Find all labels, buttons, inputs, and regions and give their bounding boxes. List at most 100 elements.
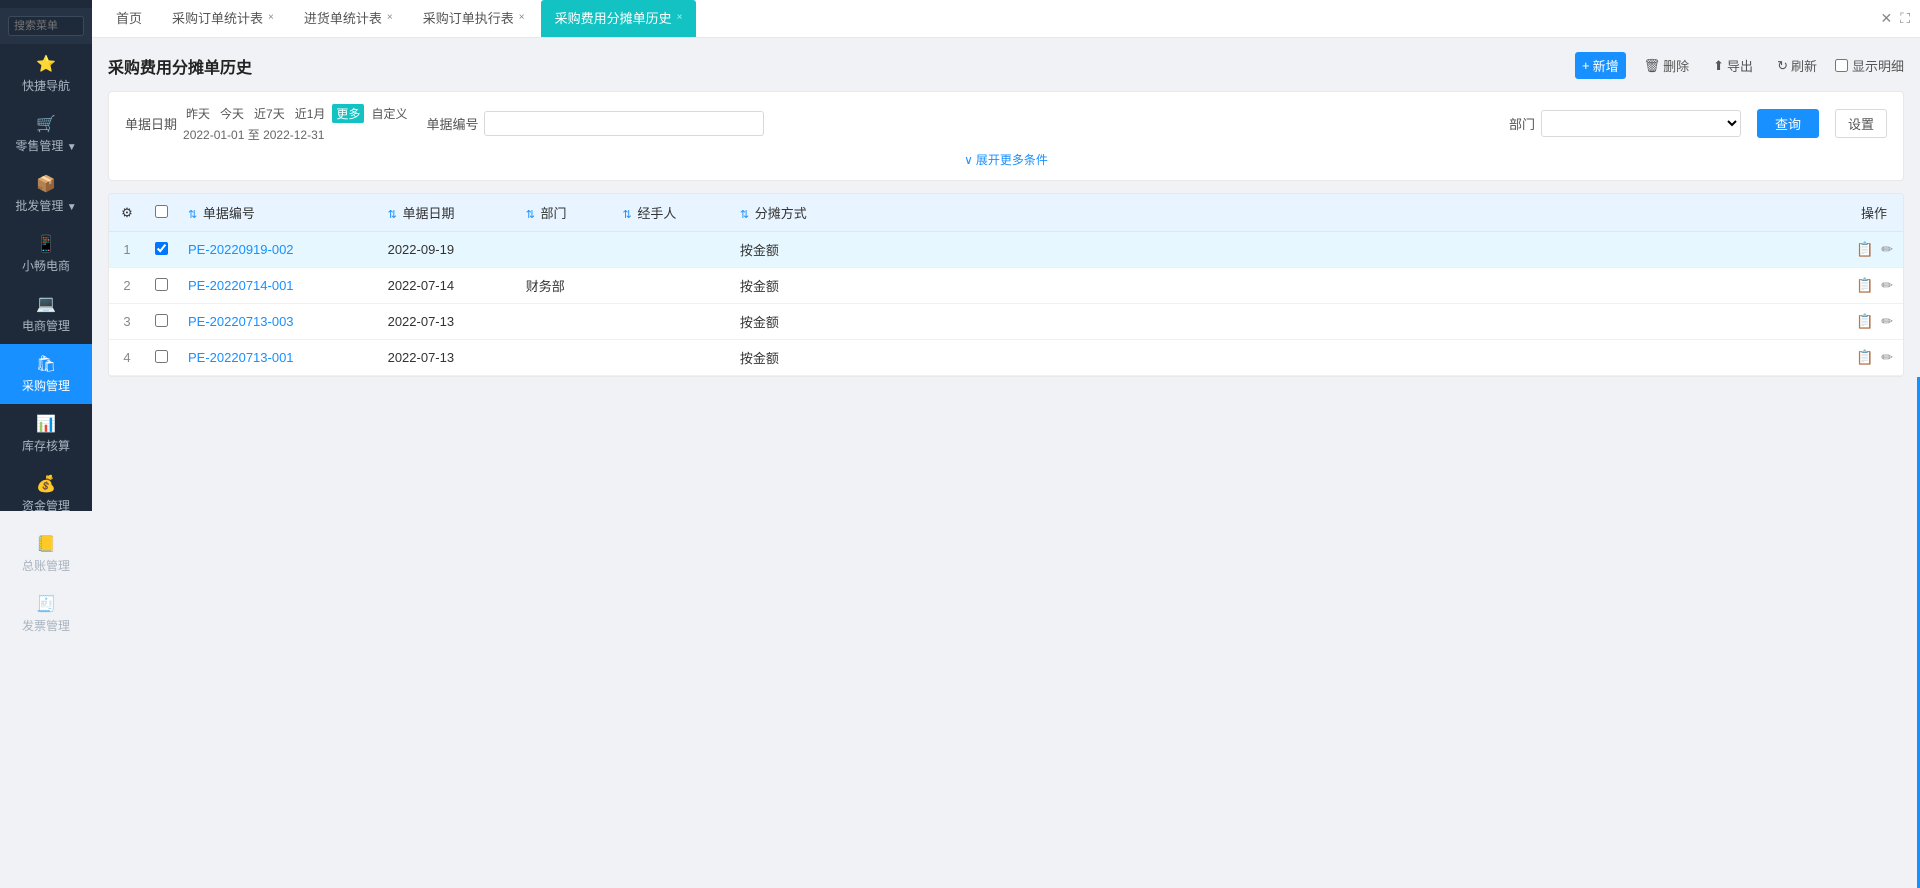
view-op-icon[interactable]: 📋: [1856, 349, 1873, 365]
page-header: 采购费用分摊单历史 + 新增 🗑 删除 ⬆ 导出 ↻ 刷新: [108, 52, 1904, 79]
tab-close-icon[interactable]: ×: [677, 12, 683, 23]
sidebar-item-retail[interactable]: 🛒 零售管理 ▼: [0, 104, 92, 164]
date-search-field: 单据日期 昨天 今天 近7天 近1月 更多 自定义 2022-01-01 至 2…: [125, 104, 410, 143]
tab-purchase-order-exec[interactable]: 采购订单执行表 ×: [409, 0, 539, 37]
row-checkbox[interactable]: [155, 350, 168, 363]
view-op-icon[interactable]: 📋: [1856, 313, 1873, 329]
sidebar-item-inventory[interactable]: 📊 库存核算: [0, 404, 92, 464]
tab-purchase-goods-stats[interactable]: 进货单统计表 ×: [290, 0, 407, 37]
show-cols-toggle[interactable]: 显示明细: [1835, 56, 1904, 75]
sidebar-item-ledger[interactable]: 📒 总账管理: [0, 524, 92, 584]
delete-icon: 🗑: [1644, 58, 1661, 74]
query-button[interactable]: 查询: [1757, 109, 1819, 138]
col-header-doc-date[interactable]: ⇅ 单据日期: [378, 194, 516, 232]
doc-num-link[interactable]: PE-20220713-001: [188, 350, 294, 365]
col-header-setting[interactable]: ⚙: [109, 194, 145, 232]
col-header-handler[interactable]: ⇅ 经手人: [612, 194, 729, 232]
sidebar-item-mini-shop[interactable]: 📱 小畅电商: [0, 224, 92, 284]
settings-button[interactable]: 设置: [1835, 109, 1887, 138]
col-header-dept[interactable]: ⇅ 部门: [516, 194, 613, 232]
edit-op-icon[interactable]: ✏: [1881, 313, 1893, 329]
view-op-icon[interactable]: 📋: [1856, 241, 1873, 257]
expand-more-btn[interactable]: ∨ 展开更多条件: [964, 151, 1048, 168]
search-menu-input[interactable]: [8, 16, 84, 36]
shortcut-yesterday[interactable]: 昨天: [183, 104, 213, 123]
view-op-icon[interactable]: 📋: [1856, 277, 1873, 293]
edit-op-icon[interactable]: ✏: [1881, 241, 1893, 257]
dept-select[interactable]: 财务部: [1541, 110, 1741, 137]
chevron-down-icon: ∨: [964, 153, 973, 167]
tab-purchase-order-stats[interactable]: 采购订单统计表 ×: [158, 0, 288, 37]
delete-button[interactable]: 🗑 删除: [1638, 53, 1696, 78]
handler-cell: [612, 268, 729, 304]
tab-close-icon[interactable]: ×: [268, 12, 274, 23]
tab-bar-actions: ✕ ⛶: [1880, 10, 1910, 27]
sidebar-item-quick-nav[interactable]: ⭐ 快捷导航: [0, 44, 92, 104]
close-all-tabs-icon[interactable]: ✕: [1880, 10, 1892, 27]
refresh-label: 刷新: [1791, 56, 1817, 75]
add-label: 新增: [1593, 56, 1619, 75]
quick-nav-icon: ⭐: [4, 54, 88, 74]
split-method-cell: 按金额: [730, 304, 1806, 340]
doc-num-link[interactable]: PE-20220919-002: [188, 242, 294, 257]
data-table: ⚙ ⇅ 单据编号 ⇅ 单据日期 ⇅: [109, 194, 1903, 376]
mini-shop-icon: 📱: [4, 234, 88, 254]
sort-icon: ⇅: [526, 209, 535, 221]
doc-num-cell: PE-20220713-003: [178, 304, 378, 340]
ledger-icon: 📒: [4, 534, 88, 554]
export-button[interactable]: ⬆ 导出: [1707, 53, 1759, 78]
row-num-cell: 3: [109, 304, 145, 340]
doc-date-cell: 2022-07-13: [378, 304, 516, 340]
select-all-checkbox[interactable]: [155, 205, 168, 218]
col-header-split-method[interactable]: ⇅ 分摊方式: [730, 194, 1806, 232]
dept-cell: [516, 340, 613, 376]
dept-search-field: 部门 财务部: [1509, 110, 1741, 137]
show-cols-label: 显示明细: [1852, 56, 1904, 75]
sidebar-item-label: 批发管理: [15, 199, 63, 213]
edit-op-icon[interactable]: ✏: [1881, 349, 1893, 365]
retail-icon: 🛒: [4, 114, 88, 134]
handler-cell: [612, 232, 729, 268]
row-checkbox[interactable]: [155, 314, 168, 327]
doc-num-cell: PE-20220919-002: [178, 232, 378, 268]
search-panel: 单据日期 昨天 今天 近7天 近1月 更多 自定义 2022-01-01 至 2…: [108, 91, 1904, 181]
tab-home[interactable]: 首页: [102, 0, 156, 37]
col-header-doc-num[interactable]: ⇅ 单据编号: [178, 194, 378, 232]
tab-close-icon[interactable]: ×: [519, 12, 525, 23]
shortcut-more[interactable]: 更多: [332, 104, 364, 123]
doc-num-link[interactable]: PE-20220714-001: [188, 278, 294, 293]
shortcut-today[interactable]: 今天: [217, 104, 247, 123]
fullscreen-icon[interactable]: ⛶: [1900, 10, 1910, 27]
main-area: 首页 采购订单统计表 × 进货单统计表 × 采购订单执行表 × 采购费用分摊单历…: [92, 0, 1920, 511]
page-content: 采购费用分摊单历史 + 新增 🗑 删除 ⬆ 导出 ↻ 刷新: [92, 38, 1920, 511]
shortcut-7days[interactable]: 近7天: [251, 104, 288, 123]
row-checkbox[interactable]: [155, 242, 168, 255]
doc-num-input[interactable]: [484, 111, 764, 136]
refresh-button[interactable]: ↻ 刷新: [1771, 53, 1823, 78]
inventory-icon: 📊: [4, 414, 88, 434]
purchase-icon: 🛍: [4, 354, 88, 374]
sidebar-item-label: 库存核算: [22, 439, 70, 453]
add-button[interactable]: + 新增: [1575, 52, 1626, 79]
handler-cell: [612, 304, 729, 340]
show-cols-checkbox[interactable]: [1835, 59, 1848, 72]
tab-purchase-cost-history[interactable]: 采购费用分摊单历史 ×: [541, 0, 697, 37]
sidebar-item-ecommerce[interactable]: 💻 电商管理: [0, 284, 92, 344]
shortcut-custom[interactable]: 自定义: [368, 104, 410, 123]
sidebar-item-finance[interactable]: 💰 资金管理: [0, 464, 92, 524]
sidebar-item-purchase[interactable]: 🛍 采购管理: [0, 344, 92, 404]
doc-date-cell: 2022-07-13: [378, 340, 516, 376]
col-header-checkbox: [145, 194, 178, 232]
edit-op-icon[interactable]: ✏: [1881, 277, 1893, 293]
sidebar-item-wholesale[interactable]: 📦 批发管理 ▼: [0, 164, 92, 224]
date-range-display: 2022-01-01 至 2022-12-31: [183, 126, 410, 143]
shortcut-1month[interactable]: 近1月: [292, 104, 329, 123]
tab-close-icon[interactable]: ×: [387, 12, 393, 23]
doc-num-link[interactable]: PE-20220713-003: [188, 314, 294, 329]
search-row-1: 单据日期 昨天 今天 近7天 近1月 更多 自定义 2022-01-01 至 2…: [125, 104, 1887, 143]
row-checkbox-cell: [145, 304, 178, 340]
export-icon: ⬆: [1713, 58, 1724, 74]
row-checkbox[interactable]: [155, 278, 168, 291]
sidebar-item-invoice[interactable]: 🧾 发票管理: [0, 584, 92, 644]
finance-icon: 💰: [4, 474, 88, 494]
